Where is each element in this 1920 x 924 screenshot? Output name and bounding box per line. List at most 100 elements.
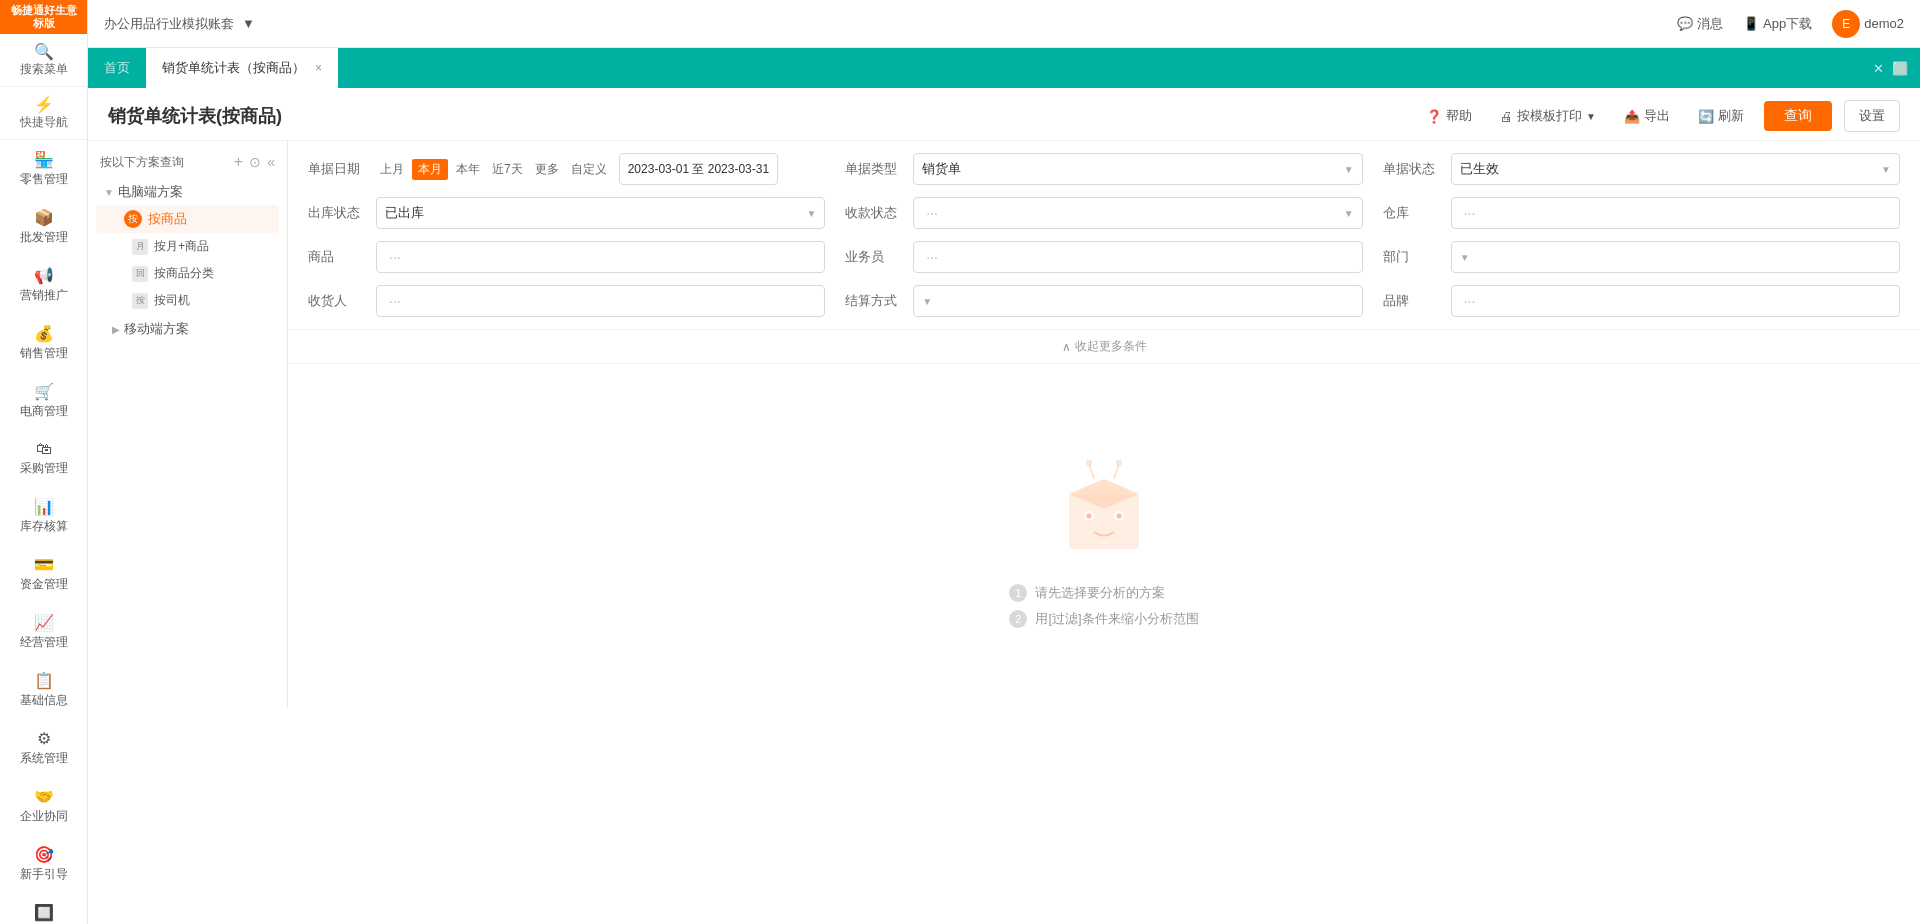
sidebar-item-企业协同[interactable]: 🤝企业协同 bbox=[0, 777, 87, 835]
date-range-input[interactable]: 2023-03-01 至 2023-03-31 bbox=[619, 153, 778, 185]
payment-status-dots[interactable]: ··· bbox=[922, 205, 942, 221]
warehouse-label: 仓库 bbox=[1383, 204, 1443, 222]
workspace-selector[interactable]: 办公用品行业模拟账套 ▼ bbox=[104, 15, 255, 33]
salesman-label: 业务员 bbox=[845, 248, 905, 266]
sidebar-item-quick-nav[interactable]: ⚡ 快捷导航 bbox=[0, 87, 87, 140]
payment-status-input[interactable]: ··· ▼ bbox=[913, 197, 1362, 229]
help-btn[interactable]: ❓ 帮助 bbox=[1418, 103, 1480, 129]
sidebar-item-营销推广[interactable]: 📢营销推广 bbox=[0, 256, 87, 314]
tab-sales-stats[interactable]: 销货单统计表（按商品） × bbox=[146, 48, 338, 88]
print-label: 按模板打印 bbox=[1517, 107, 1582, 125]
sidebar-item-经营管理[interactable]: 📈经营管理 bbox=[0, 603, 87, 661]
empty-tip-1: 1 请先选择要分析的方案 bbox=[1009, 584, 1198, 602]
scheme-by-product[interactable]: 按 按商品 bbox=[96, 205, 279, 233]
print-btn[interactable]: 🖨 按模板打印 ▼ bbox=[1492, 103, 1604, 129]
user-profile[interactable]: E demo2 bbox=[1832, 10, 1904, 38]
settings-scheme-btn[interactable]: ⊙ bbox=[249, 154, 261, 170]
filter-section-main: 单据日期 上月 本月 本年 近7天 更多 自定义 2023-03-01 至 20… bbox=[288, 141, 1920, 330]
sidebar-item-批发管理[interactable]: 📦批发管理 bbox=[0, 198, 87, 256]
empty-tips: 1 请先选择要分析的方案 2 用[过滤]条件来缩小分析范围 bbox=[1009, 584, 1198, 628]
brand-input[interactable]: ··· bbox=[1451, 285, 1900, 317]
refresh-btn[interactable]: 🔄 刷新 bbox=[1690, 103, 1752, 129]
date-btn-custom[interactable]: 自定义 bbox=[567, 159, 611, 180]
sidebar-icon: 💳 bbox=[34, 555, 54, 574]
scheme-by-driver[interactable]: 按 按司机 bbox=[96, 287, 279, 314]
salesman-dots[interactable]: ··· bbox=[922, 249, 942, 265]
filter-cell-payment-status: 收款状态 ··· ▼ bbox=[845, 197, 1362, 229]
sidebar-item-销售管理[interactable]: 💰销售管理 bbox=[0, 314, 87, 372]
sidebar-icon: 🎯 bbox=[34, 845, 54, 864]
export-icon: 📤 bbox=[1624, 109, 1640, 124]
sidebar-item-零售管理[interactable]: 🏪零售管理 bbox=[0, 140, 87, 198]
product-label: 商品 bbox=[308, 248, 368, 266]
filter-row-3: 商品 ··· 业务员 ··· bbox=[308, 241, 1900, 273]
sidebar-item-基础信息[interactable]: 📋基础信息 bbox=[0, 661, 87, 719]
app-download-btn[interactable]: 📱 App下载 bbox=[1743, 15, 1812, 33]
sidebar-item-应用中心[interactable]: 🔲应用中心 bbox=[0, 893, 87, 924]
svg-point-5 bbox=[1117, 514, 1122, 519]
sidebar-item-采购管理[interactable]: 🛍采购管理 bbox=[0, 430, 87, 487]
bill-type-value: 销货单 bbox=[922, 160, 961, 178]
department-input[interactable]: ▼ bbox=[1451, 241, 1900, 273]
refresh-label: 刷新 bbox=[1718, 107, 1744, 125]
tab-home[interactable]: 首页 bbox=[88, 48, 146, 88]
sidebar-icon: 📊 bbox=[34, 497, 54, 516]
sidebar-item-电商管理[interactable]: 🛒电商管理 bbox=[0, 372, 87, 430]
product-dots[interactable]: ··· bbox=[385, 249, 405, 265]
bill-status-dropdown-icon: ▼ bbox=[1881, 164, 1891, 175]
payment-method-input[interactable]: ▼ bbox=[913, 285, 1362, 317]
left-panel-title: 按以下方案查询 bbox=[100, 154, 184, 171]
filter-cell-salesman: 业务员 ··· bbox=[845, 241, 1362, 273]
tree-parent-pc[interactable]: ▼ 电脑端方案 bbox=[96, 179, 279, 205]
collapse-panel-btn[interactable]: « bbox=[267, 154, 275, 170]
sidebar-item-新手引导[interactable]: 🎯新手引导 bbox=[0, 835, 87, 893]
date-btn-this-year[interactable]: 本年 bbox=[452, 159, 484, 180]
window-maximize-icon[interactable]: ⬜ bbox=[1892, 61, 1908, 76]
scheme-icon-by-product: 按 bbox=[124, 210, 142, 228]
scheme-tree: ▼ 电脑端方案 按 按商品 月 按月+商品 回 按商品分类 bbox=[88, 179, 287, 342]
user-avatar: E bbox=[1832, 10, 1860, 38]
warehouse-input[interactable]: ··· bbox=[1451, 197, 1900, 229]
collapse-bar[interactable]: ∧ 收起更多条件 bbox=[288, 330, 1920, 364]
scheme-by-month-product[interactable]: 月 按月+商品 bbox=[96, 233, 279, 260]
tree-expand-mobile-icon: ▶ bbox=[112, 324, 120, 335]
page-title: 销货单统计表(按商品) bbox=[108, 104, 282, 128]
sidebar-item-库存核算[interactable]: 📊库存核算 bbox=[0, 487, 87, 545]
salesman-input[interactable]: ··· bbox=[913, 241, 1362, 273]
sidebar-icon: 🤝 bbox=[34, 787, 54, 806]
product-input[interactable]: ··· bbox=[376, 241, 825, 273]
payment-method-dropdown-icon: ▼ bbox=[922, 296, 932, 307]
brand-label: 品牌 bbox=[1383, 292, 1443, 310]
print-icon: 🖨 bbox=[1500, 109, 1513, 124]
date-btn-this-month[interactable]: 本月 bbox=[412, 159, 448, 180]
message-label: 消息 bbox=[1697, 15, 1723, 33]
date-btn-more[interactable]: 更多 bbox=[531, 159, 563, 180]
message-icon: 💬 bbox=[1677, 16, 1693, 31]
tree-parent-mobile[interactable]: ▶ 移动端方案 bbox=[96, 314, 279, 342]
filter-row-1: 单据日期 上月 本月 本年 近7天 更多 自定义 2023-03-01 至 20… bbox=[308, 153, 1900, 185]
bill-type-input[interactable]: 销货单 ▼ bbox=[913, 153, 1362, 185]
sidebar-item-资金管理[interactable]: 💳资金管理 bbox=[0, 545, 87, 603]
warehouse-dots[interactable]: ··· bbox=[1460, 205, 1480, 221]
window-close-icon[interactable]: ✕ bbox=[1873, 61, 1884, 76]
query-btn[interactable]: 查询 bbox=[1764, 101, 1832, 131]
scheme-by-category[interactable]: 回 按商品分类 bbox=[96, 260, 279, 287]
date-btn-last-month[interactable]: 上月 bbox=[376, 159, 408, 180]
logo-text: 畅捷通好生意 bbox=[11, 4, 77, 17]
brand-dots[interactable]: ··· bbox=[1460, 293, 1480, 309]
sidebar-label: 采购管理 bbox=[20, 460, 68, 477]
bill-status-input[interactable]: 已生效 ▼ bbox=[1451, 153, 1900, 185]
receiver-dots[interactable]: ··· bbox=[385, 293, 405, 309]
add-scheme-btn[interactable]: + bbox=[234, 153, 243, 171]
tab-close-btn[interactable]: × bbox=[315, 61, 322, 75]
main-area: 办公用品行业模拟账套 ▼ 💬 消息 📱 App下载 E demo2 首页 bbox=[88, 0, 1920, 924]
message-btn[interactable]: 💬 消息 bbox=[1677, 15, 1723, 33]
out-status-input[interactable]: 已出库 ▼ bbox=[376, 197, 825, 229]
sidebar-item-search[interactable]: 🔍 搜索菜单 bbox=[0, 34, 87, 87]
receiver-input[interactable]: ··· bbox=[376, 285, 825, 317]
date-btn-7days[interactable]: 近7天 bbox=[488, 159, 527, 180]
settings-btn[interactable]: 设置 bbox=[1844, 100, 1900, 132]
sidebar-item-系统管理[interactable]: ⚙系统管理 bbox=[0, 719, 87, 777]
sidebar-label: 经营管理 bbox=[20, 634, 68, 651]
export-btn[interactable]: 📤 导出 bbox=[1616, 103, 1678, 129]
